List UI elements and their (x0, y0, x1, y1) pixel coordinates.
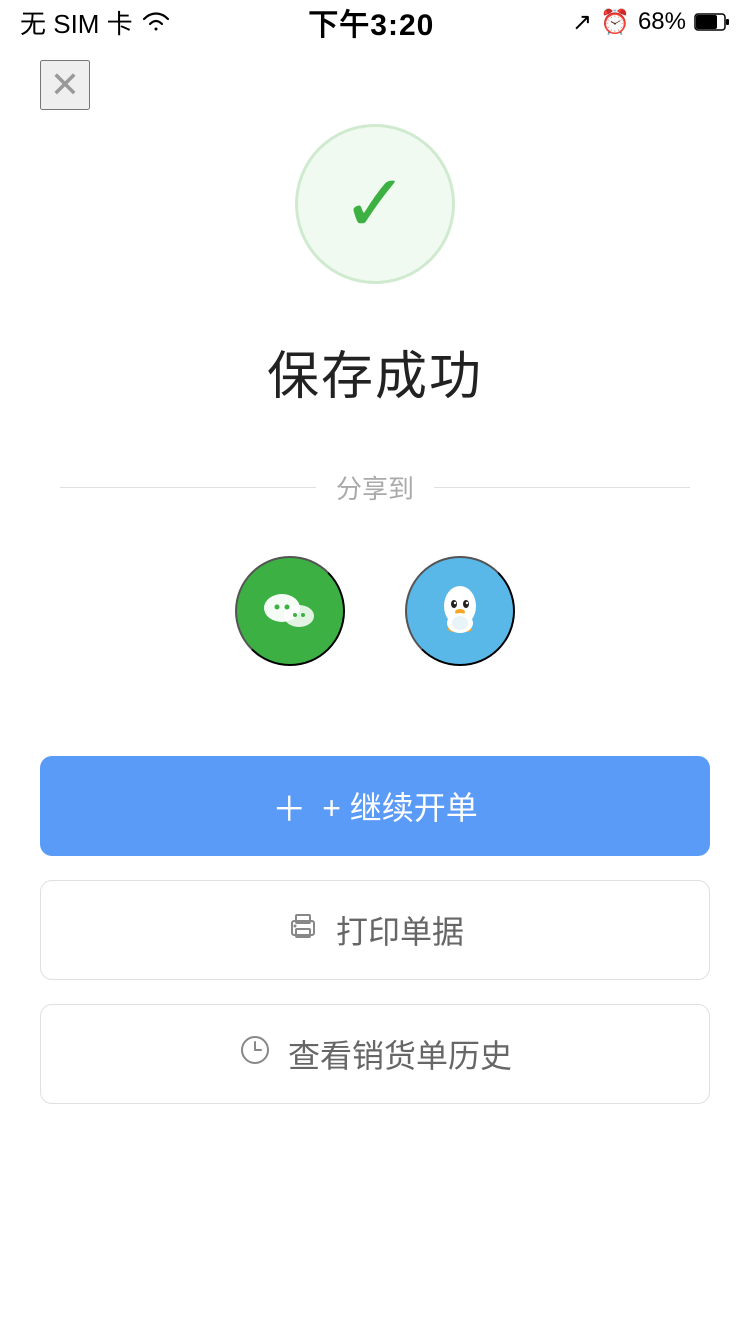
checkmark-icon: ✓ (341, 164, 408, 244)
status-bar: 无 SIM 卡 下午3:20 ↗ ⏰ 68% (0, 0, 750, 44)
close-icon: ✕ (50, 67, 80, 103)
success-circle: ✓ (295, 124, 455, 284)
share-section: 分享到 (0, 469, 750, 666)
divider-left (60, 487, 316, 488)
main-content: ✓ 保存成功 分享到 (0, 44, 750, 1104)
actions-section: ＋ + 继续开单 打印单据 查看销货单历 (0, 756, 750, 1104)
status-time: 下午3:20 (308, 0, 434, 44)
history-icon (238, 1033, 272, 1076)
divider-right (434, 487, 690, 488)
success-title: 保存成功 (267, 334, 483, 409)
history-button[interactable]: 查看销货单历史 (40, 1004, 710, 1104)
share-icons-row (60, 556, 690, 666)
share-label: 分享到 (336, 469, 414, 506)
qq-share-button[interactable] (405, 556, 515, 666)
wechat-icon (257, 578, 323, 644)
battery-percent: 68% (638, 8, 686, 36)
print-button[interactable]: 打印单据 (40, 880, 710, 980)
status-right: ↗ ⏰ 68% (572, 8, 730, 37)
wifi-icon (141, 11, 171, 33)
close-button[interactable]: ✕ (40, 60, 90, 110)
share-divider: 分享到 (60, 469, 690, 506)
qq-icon (427, 578, 493, 644)
continue-label: + 继续开单 (322, 783, 478, 829)
print-icon (286, 909, 320, 952)
print-label: 打印单据 (336, 907, 464, 953)
history-label: 查看销货单历史 (288, 1031, 512, 1077)
status-left: 无 SIM 卡 (20, 4, 171, 41)
battery-icon (694, 12, 730, 32)
continue-button[interactable]: ＋ + 继续开单 (40, 756, 710, 856)
plus-icon: ＋ (272, 782, 306, 831)
alarm-icon: ⏰ (600, 8, 630, 37)
wechat-share-button[interactable] (235, 556, 345, 666)
no-sim-text: 无 SIM 卡 (20, 4, 133, 41)
location-icon: ↗ (572, 8, 592, 37)
